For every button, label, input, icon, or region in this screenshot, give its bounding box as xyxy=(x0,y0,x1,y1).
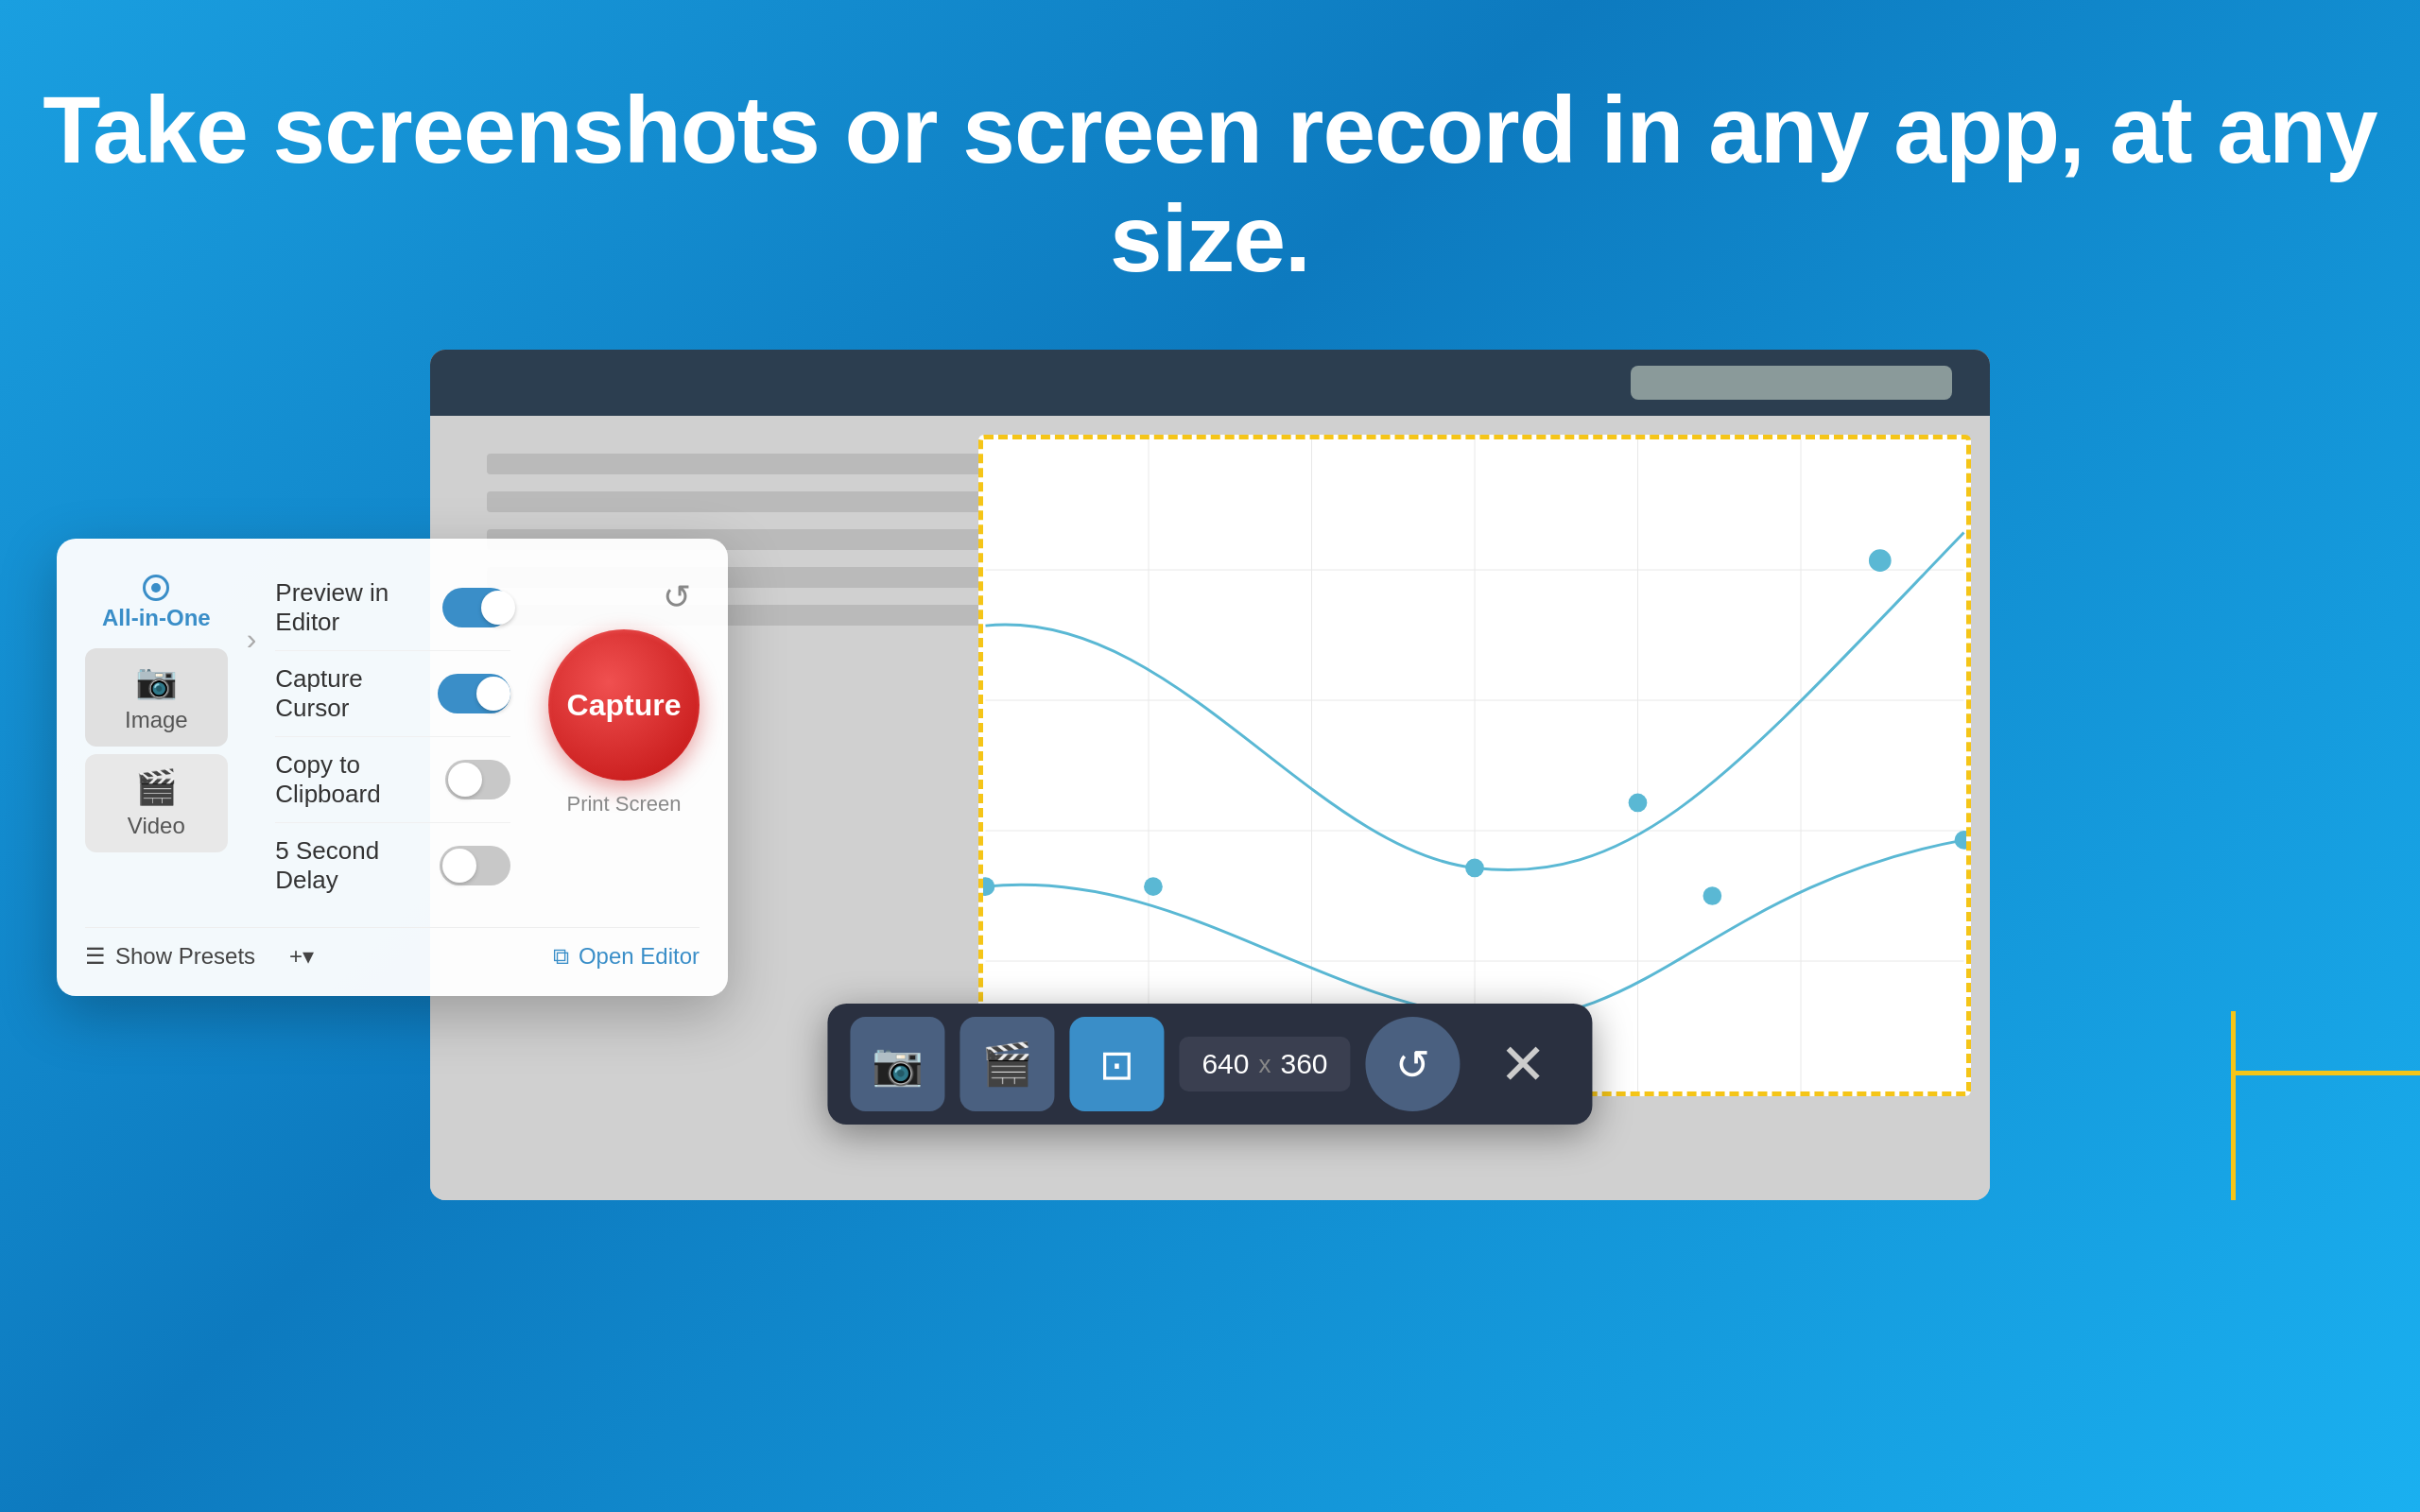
screenshot-toolbar-icon: 📷 xyxy=(872,1040,924,1089)
toolbar-close-button[interactable]: ✕ xyxy=(1476,1017,1570,1111)
toggle-preview[interactable] xyxy=(442,588,510,627)
show-presets-label: Show Presets xyxy=(115,943,255,970)
toggle-clipboard[interactable] xyxy=(445,760,510,799)
mockup-wrapper: All-in-One 📷 Image 🎬 Video › Preview i xyxy=(0,350,2420,1200)
all-in-one-icon xyxy=(143,575,169,601)
toolbar-reset-icon: ↺ xyxy=(1395,1040,1430,1089)
toggle-delay-knob xyxy=(442,849,476,883)
toggle-preview-knob xyxy=(481,591,515,625)
tab-all-in-one-label: All-in-One xyxy=(102,605,211,631)
capture-button-area: ↺ Capture Print Screen xyxy=(529,565,700,816)
yellow-line-horizontal xyxy=(2231,1071,2420,1075)
chart-point xyxy=(1869,549,1892,572)
tab-image[interactable]: 📷 Image xyxy=(85,648,228,747)
panel-footer: ☰ Show Presets +▾ ⧉ Open Editor xyxy=(85,927,700,970)
camera-icon: 📷 xyxy=(135,662,178,701)
option-cursor-label: Capture Cursor xyxy=(275,664,438,723)
option-clipboard-label: Copy to Clipboard xyxy=(275,750,445,809)
option-preview-label: Preview in Editor xyxy=(275,578,441,637)
chart-point xyxy=(1144,877,1163,896)
add-preset-button[interactable]: +▾ xyxy=(289,943,314,970)
yellow-line-vertical xyxy=(2231,1011,2236,1200)
browser-address-bar xyxy=(1631,366,1952,400)
toggle-cursor-knob xyxy=(476,677,510,711)
panel-options: Preview in Editor Capture Cursor Copy to… xyxy=(275,565,510,908)
presets-icon: ☰ xyxy=(85,943,106,970)
chevron-right-icon: › xyxy=(247,565,257,657)
all-in-one-icon-inner xyxy=(151,583,161,593)
toolbar-close-icon: ✕ xyxy=(1499,1031,1547,1097)
video-toolbar-button[interactable]: 🎬 xyxy=(959,1017,1054,1111)
panel-top: All-in-One 📷 Image 🎬 Video › Preview i xyxy=(85,565,700,908)
region-toolbar-button[interactable]: ⊡ xyxy=(1069,1017,1164,1111)
print-screen-label: Print Screen xyxy=(566,792,681,816)
screenshot-toolbar-button[interactable]: 📷 xyxy=(850,1017,944,1111)
panel-left-tabs: All-in-One 📷 Image 🎬 Video xyxy=(85,565,228,852)
option-5-second-delay: 5 Second Delay xyxy=(275,823,510,908)
chart-point xyxy=(983,877,994,896)
control-panel: All-in-One 📷 Image 🎬 Video › Preview i xyxy=(57,539,728,996)
toolbar-reset-button[interactable]: ↺ xyxy=(1366,1017,1461,1111)
chart-point xyxy=(1629,794,1648,813)
video-toolbar-icon: 🎬 xyxy=(981,1040,1033,1089)
video-icon: 🎬 xyxy=(135,767,178,807)
toggle-clipboard-knob xyxy=(448,763,482,797)
capture-button-label: Capture xyxy=(567,688,682,723)
show-presets-button[interactable]: ☰ Show Presets xyxy=(85,943,255,970)
browser-titlebar xyxy=(430,350,1990,416)
headline-section: Take screenshots or screen record in any… xyxy=(0,0,2420,350)
tab-all-in-one[interactable]: All-in-One xyxy=(85,565,228,641)
capture-button[interactable]: Capture xyxy=(548,629,700,781)
dimension-x-label: x xyxy=(1259,1050,1271,1079)
option-delay-label: 5 Second Delay xyxy=(275,836,439,895)
bottom-toolbar: 📷 🎬 ⊡ 640 x 360 ↺ ✕ xyxy=(827,1004,1592,1125)
chart-point xyxy=(1703,886,1722,905)
toggle-delay[interactable] xyxy=(440,846,510,885)
option-capture-cursor: Capture Cursor xyxy=(275,651,510,737)
width-value: 640 xyxy=(1201,1048,1249,1080)
option-preview-in-editor: Preview in Editor xyxy=(275,565,510,651)
tab-image-label: Image xyxy=(125,707,188,733)
region-toolbar-icon: ⊡ xyxy=(1099,1040,1134,1089)
option-copy-to-clipboard: Copy to Clipboard xyxy=(275,737,510,823)
chart-svg xyxy=(983,439,1966,1091)
height-value: 360 xyxy=(1281,1048,1328,1080)
toggle-cursor[interactable] xyxy=(438,674,510,713)
chart-point xyxy=(1955,831,1966,850)
chart-point xyxy=(1465,859,1484,878)
open-editor-button[interactable]: ⧉ Open Editor xyxy=(553,943,700,970)
headline-text: Take screenshots or screen record in any… xyxy=(0,76,2420,293)
open-editor-icon: ⧉ xyxy=(553,943,569,970)
dimension-display: 640 x 360 xyxy=(1179,1037,1350,1091)
add-icon: +▾ xyxy=(289,943,314,970)
capture-region xyxy=(978,435,1971,1096)
reset-button[interactable]: ↺ xyxy=(654,575,700,620)
tab-video-label: Video xyxy=(128,813,185,839)
tab-video[interactable]: 🎬 Video xyxy=(85,754,228,852)
open-editor-label: Open Editor xyxy=(579,943,700,970)
